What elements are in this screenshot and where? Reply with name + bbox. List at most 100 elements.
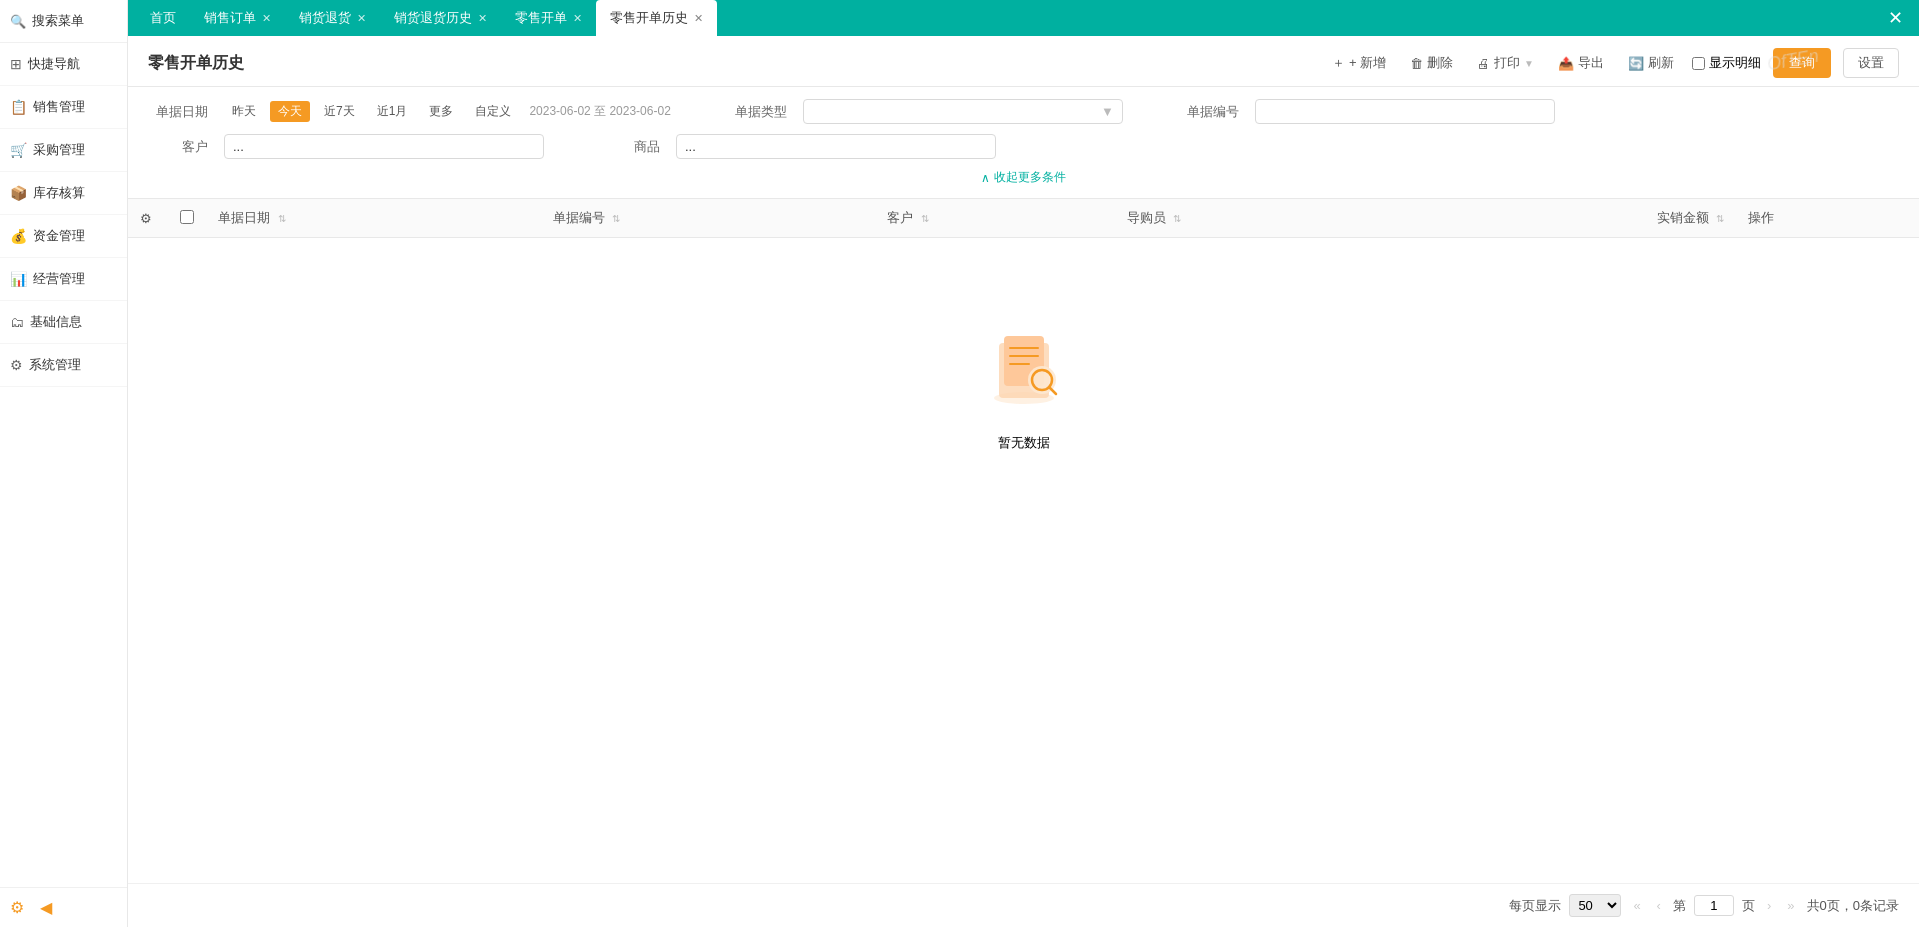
customer-select[interactable]: ...	[224, 134, 544, 159]
next-page-btn[interactable]: ›	[1763, 896, 1775, 915]
refresh-button[interactable]: 🔄 刷新	[1622, 50, 1680, 76]
per-page-label: 每页显示	[1509, 897, 1561, 915]
sidebar-label-operations: 经营管理	[33, 270, 85, 288]
add-icon: ＋	[1332, 54, 1345, 72]
customer-select-dots: ...	[233, 139, 244, 154]
date-filter-group: 昨天 今天 近7天 近1月 更多 自定义 2023-06-02 至 2023-0…	[224, 101, 671, 122]
sidebar-item-finance[interactable]: 💰 资金管理	[0, 215, 127, 258]
guide-col-header[interactable]: 导购员 ⇅	[1115, 199, 1402, 238]
date-custom-btn[interactable]: 自定义	[467, 101, 519, 122]
date-sort-icon: ⇅	[278, 213, 286, 224]
sidebar-item-basic-info[interactable]: 🗂 基础信息	[0, 301, 127, 344]
goods-select[interactable]: ...	[676, 134, 996, 159]
goods-select-dots: ...	[685, 139, 696, 154]
per-page-select[interactable]: 50 10 20 100	[1569, 894, 1621, 917]
query-button[interactable]: 查询	[1773, 48, 1831, 78]
date-yesterday-btn[interactable]: 昨天	[224, 101, 264, 122]
sidebar-item-inventory[interactable]: 📦 库存核算	[0, 172, 127, 215]
date-today-btn[interactable]: 今天	[270, 101, 310, 122]
collapse-label: 收起更多条件	[994, 169, 1066, 186]
tab-close-retail-open-history[interactable]: ✕	[694, 12, 703, 25]
delete-button[interactable]: 🗑 删除	[1404, 50, 1459, 76]
print-dropdown-icon: ▼	[1524, 58, 1534, 69]
collapse-sidebar-icon[interactable]: ◀	[40, 898, 52, 917]
goods-filter-label: 商品	[600, 138, 660, 156]
collapse-filter-btn[interactable]: ∧ 收起更多条件	[148, 169, 1899, 186]
customer-col-label: 客户	[887, 210, 913, 225]
customer-col-header[interactable]: 客户 ⇅	[875, 199, 1115, 238]
sidebar-icon-inventory: 📦	[10, 185, 27, 201]
data-table: ⚙ 单据日期 ⇅ 单据编号 ⇅ 客户 ⇅	[128, 199, 1919, 238]
date-7days-btn[interactable]: 近7天	[316, 101, 363, 122]
date-col-header[interactable]: 单据日期 ⇅	[206, 199, 541, 238]
number-col-header[interactable]: 单据编号 ⇅	[541, 199, 876, 238]
number-filter-label: 单据编号	[1179, 103, 1239, 121]
sidebar-label-purchase-mgmt: 采购管理	[33, 141, 85, 159]
tab-retail-open-history[interactable]: 零售开单历史✕	[596, 0, 717, 36]
tab-close-sales-return[interactable]: ✕	[357, 12, 366, 25]
sidebar-icon-operations: 📊	[10, 271, 27, 287]
page-header: 零售开单历史 ＋ + 新增 🗑 删除 🖨 打印 ▼ 📤 导出 🔄 刷新	[128, 36, 1919, 87]
tab-retail-open[interactable]: 零售开单 ✕	[501, 0, 596, 36]
sidebar-item-quick-nav[interactable]: ⊞ 快捷导航	[0, 43, 127, 86]
sidebar-icon-finance: 💰	[10, 228, 27, 244]
tab-label-retail-open: 零售开单	[515, 9, 567, 27]
empty-state: 暂无数据	[128, 238, 1919, 532]
sidebar-item-operations[interactable]: 📊 经营管理	[0, 258, 127, 301]
sidebar-label-system-mgmt: 系统管理	[29, 356, 81, 374]
tab-sales-return-history[interactable]: 销货退货历史✕	[380, 0, 501, 36]
sidebar-label-basic-info: 基础信息	[30, 313, 82, 331]
sidebar-search[interactable]: 🔍 搜索菜单	[0, 0, 127, 43]
toolbar: ＋ + 新增 🗑 删除 🖨 打印 ▼ 📤 导出 🔄 刷新	[1326, 48, 1899, 78]
type-select-arrow: ▼	[1101, 104, 1114, 119]
display-detail-checkbox-label[interactable]: 显示明细	[1692, 54, 1761, 72]
table-area: ⚙ 单据日期 ⇅ 单据编号 ⇅ 客户 ⇅	[128, 199, 1919, 883]
sidebar-item-system-mgmt[interactable]: ⚙ 系统管理	[0, 344, 127, 387]
sidebar-label-sales-mgmt: 销售管理	[33, 98, 85, 116]
select-all-checkbox[interactable]	[180, 210, 194, 224]
prev-page-btn[interactable]: ‹	[1653, 896, 1665, 915]
tab-close-sales-return-history[interactable]: ✕	[478, 12, 487, 25]
sidebar-icon-basic-info: 🗂	[10, 314, 24, 330]
window-close-button[interactable]: ✕	[1880, 7, 1911, 29]
print-button[interactable]: 🖨 打印 ▼	[1471, 50, 1540, 76]
page-input[interactable]	[1694, 895, 1734, 916]
print-icon: 🖨	[1477, 56, 1490, 71]
amount-col-header[interactable]: 实销金额 ⇅	[1402, 199, 1737, 238]
ops-col-header: 操作	[1736, 199, 1919, 238]
display-detail-checkbox[interactable]	[1692, 57, 1705, 70]
refresh-icon: 🔄	[1628, 56, 1644, 71]
sidebar-label-inventory: 库存核算	[33, 184, 85, 202]
tab-close-sales-order[interactable]: ✕	[262, 12, 271, 25]
sidebar-icon-system-mgmt: ⚙	[10, 357, 23, 373]
settings-button[interactable]: 设置	[1843, 48, 1899, 78]
page-title: 零售开单历史	[148, 53, 1326, 74]
tab-home[interactable]: 首页	[136, 0, 190, 36]
type-select[interactable]: ▼	[803, 99, 1123, 124]
sidebar-item-purchase-mgmt[interactable]: 🛒 采购管理	[0, 129, 127, 172]
date-more-btn[interactable]: 更多	[421, 101, 461, 122]
sidebar: 🔍 搜索菜单 ⊞ 快捷导航 📋 销售管理 🛒 采购管理 📦 库存核算 💰 资金管…	[0, 0, 128, 927]
tab-sales-order[interactable]: 销售订单✕	[190, 0, 285, 36]
empty-illustration	[974, 318, 1074, 418]
number-filter-input[interactable]	[1255, 99, 1555, 124]
guide-col-label: 导购员	[1127, 210, 1166, 225]
sidebar-search-label: 搜索菜单	[32, 12, 84, 30]
date-1month-btn[interactable]: 近1月	[369, 101, 416, 122]
settings-icon[interactable]: ⚙	[10, 898, 24, 917]
page-suffix: 页	[1742, 897, 1755, 915]
amount-col-label: 实销金额	[1657, 210, 1709, 225]
date-col-label: 单据日期	[218, 210, 270, 225]
settings-col-header[interactable]: ⚙	[128, 199, 168, 238]
sidebar-icon-purchase-mgmt: 🛒	[10, 142, 27, 158]
collapse-icon: ∧	[981, 171, 990, 185]
tab-close-retail-open[interactable]: ✕	[573, 12, 582, 25]
tab-sales-return[interactable]: 销货退货✕	[285, 0, 380, 36]
first-page-btn[interactable]: «	[1629, 896, 1644, 915]
last-page-btn[interactable]: »	[1783, 896, 1798, 915]
add-button[interactable]: ＋ + 新增	[1326, 50, 1392, 76]
checkbox-col-header[interactable]	[168, 199, 206, 238]
table-settings-icon[interactable]: ⚙	[140, 211, 152, 226]
sidebar-item-sales-mgmt[interactable]: 📋 销售管理	[0, 86, 127, 129]
export-button[interactable]: 📤 导出	[1552, 50, 1610, 76]
